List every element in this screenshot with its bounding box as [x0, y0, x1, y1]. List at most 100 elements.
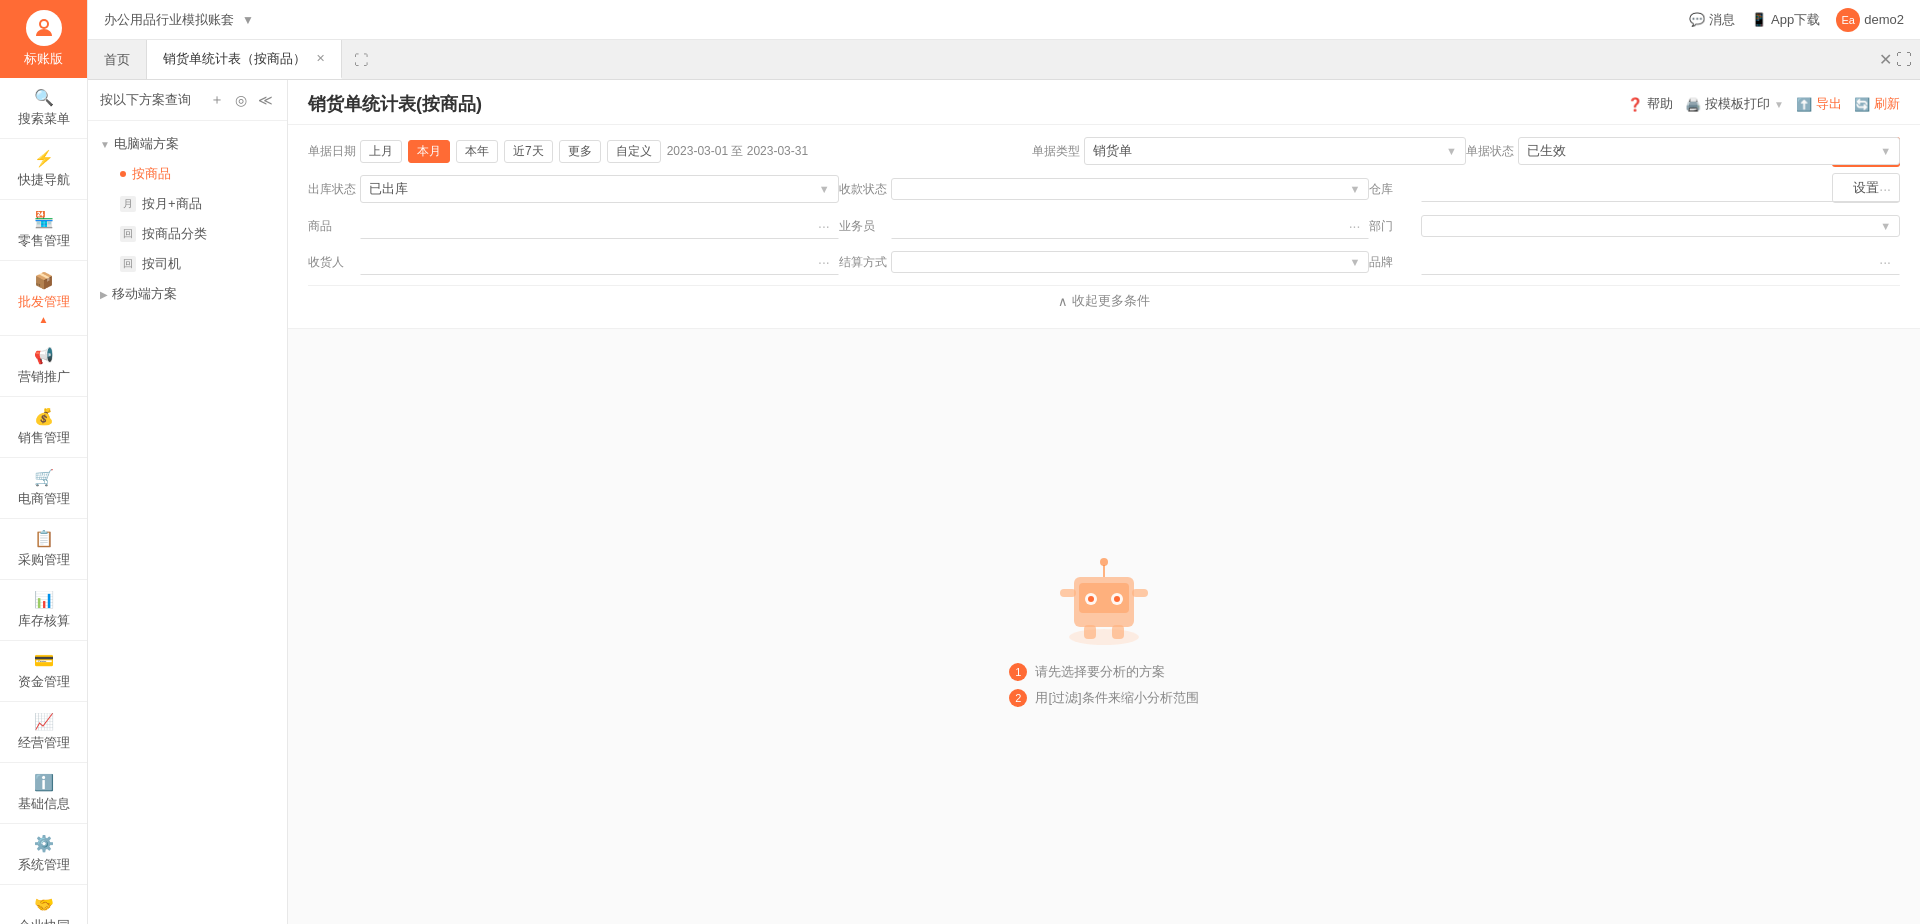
svg-rect-11 — [1060, 589, 1076, 597]
receiver-more-icon[interactable]: ··· — [818, 254, 830, 270]
sidebar-item-ecommerce[interactable]: 🛒 电商管理 — [0, 458, 87, 519]
filter-row-3: 商品 ··· 业务员 ··· — [308, 213, 1900, 239]
sidebar-item-purchase[interactable]: 📋 采购管理 — [0, 519, 87, 580]
close-all-icon[interactable]: ✕ — [1879, 50, 1892, 69]
goods-control: ··· — [360, 213, 839, 239]
tab-maximize-btn[interactable]: ⛶ — [346, 52, 376, 68]
date-btn-custom[interactable]: 自定义 — [607, 140, 661, 163]
help-icon: ❓ — [1627, 97, 1643, 112]
payment-status-select[interactable]: ▼ — [891, 178, 1370, 200]
tab-home[interactable]: 首页 — [88, 40, 147, 79]
date-field: 单据日期 上月 本月 本年 近7天 更多 自定义 2023-03-01 至 20… — [308, 140, 1032, 163]
brand-more-icon[interactable]: ··· — [1879, 254, 1891, 270]
doc-status-select[interactable]: 已生效 ▼ — [1518, 137, 1900, 165]
date-btn-this-year[interactable]: 本年 — [456, 140, 498, 163]
doc-type-select[interactable]: 销货单 ▼ — [1084, 137, 1466, 165]
date-btn-more[interactable]: 更多 — [559, 140, 601, 163]
print-label: 按模板打印 — [1705, 95, 1770, 113]
warehouse-input[interactable]: ··· — [1421, 176, 1900, 202]
svg-point-10 — [1100, 558, 1108, 566]
message-btn[interactable]: 💬 消息 — [1689, 11, 1735, 29]
sidebar-label-retail: 零售管理 — [18, 232, 70, 250]
warehouse-label: 仓库 — [1369, 181, 1421, 198]
maximize-icon[interactable]: ⛶ — [346, 52, 376, 68]
tab-close-icon[interactable]: ✕ — [316, 52, 325, 65]
tree-item-by-goods[interactable]: 按商品 — [108, 159, 287, 189]
collapse-panel-btn[interactable]: ≪ — [255, 90, 275, 110]
tree-item-by-month-goods[interactable]: 月 按月+商品 — [108, 189, 287, 219]
tab-home-label: 首页 — [104, 51, 130, 69]
goods-input[interactable]: ··· — [360, 213, 839, 239]
brand-input[interactable]: ··· — [1421, 249, 1900, 275]
goods-label: 商品 — [308, 218, 360, 235]
sidebar-item-basic[interactable]: ℹ️ 基础信息 — [0, 763, 87, 824]
goods-more-icon[interactable]: ··· — [818, 218, 830, 234]
sidebar-item-quicknav[interactable]: ⚡ 快捷导航 — [0, 139, 87, 200]
warehouse-more-icon[interactable]: ··· — [1879, 181, 1891, 197]
app-download-label: App下载 — [1771, 11, 1820, 29]
industry-label: 办公用品行业模拟账套 — [104, 11, 234, 29]
sidebar-label-wholesale: 批发管理 — [18, 293, 70, 311]
doc-status-value: 已生效 — [1527, 142, 1566, 160]
download-icon: 📱 — [1751, 12, 1767, 27]
sidebar-item-finance[interactable]: 💳 资金管理 — [0, 641, 87, 702]
refresh-btn[interactable]: 🔄 刷新 — [1854, 95, 1900, 113]
tree-pc-parent[interactable]: ▼ 电脑端方案 — [88, 129, 287, 159]
filter-row-1: 单据日期 上月 本月 本年 近7天 更多 自定义 2023-03-01 至 20… — [308, 137, 1900, 165]
sidebar-item-operations[interactable]: 📈 经营管理 — [0, 702, 87, 763]
export-btn[interactable]: ⬆️ 导出 — [1796, 95, 1842, 113]
expand-icon[interactable]: ⛶ — [1896, 51, 1912, 69]
salesperson-label: 业务员 — [839, 218, 891, 235]
print-btn[interactable]: 🖨️ 按模板打印 ▼ — [1685, 95, 1784, 113]
settlement-chevron-icon: ▼ — [1349, 256, 1360, 268]
salesperson-input[interactable]: ··· — [891, 213, 1370, 239]
sidebar-item-search[interactable]: 🔍 搜索菜单 — [0, 78, 87, 139]
date-btn-this-month[interactable]: 本月 — [408, 140, 450, 163]
settings-scheme-btn[interactable]: ◎ — [231, 90, 251, 110]
tree-mobile-parent[interactable]: ▶ 移动端方案 — [88, 279, 287, 309]
print-chevron-icon: ▼ — [1774, 99, 1784, 110]
app-logo[interactable]: 标账版 — [0, 0, 87, 78]
doc-status-chevron-icon: ▼ — [1880, 145, 1891, 157]
sidebar-item-inventory[interactable]: 📊 库存核算 — [0, 580, 87, 641]
collapse-filter-btn[interactable]: ∧ 收起更多条件 — [308, 285, 1900, 316]
date-btn-7days[interactable]: 近7天 — [504, 140, 553, 163]
settlement-field: 结算方式 ▼ — [839, 251, 1370, 273]
department-select[interactable]: ▼ — [1421, 215, 1900, 237]
sidebar-item-cooperation[interactable]: 🤝 企业协同 — [0, 885, 87, 924]
receiver-input[interactable]: ··· — [360, 249, 839, 275]
sidebar-label-marketing: 营销推广 — [18, 368, 70, 386]
svg-rect-14 — [1112, 625, 1124, 639]
sidebar-item-system[interactable]: ⚙️ 系统管理 — [0, 824, 87, 885]
app-download-btn[interactable]: 📱 App下载 — [1751, 11, 1820, 29]
tree-item-by-category[interactable]: 回 按商品分类 — [108, 219, 287, 249]
sidebar-item-marketing[interactable]: 📢 营销推广 — [0, 336, 87, 397]
search-icon: 🔍 — [34, 88, 54, 107]
receiver-control: ··· — [360, 249, 839, 275]
tab-sales-stat[interactable]: 销货单统计表（按商品） ✕ — [147, 40, 342, 79]
department-control: ▼ — [1421, 215, 1900, 237]
left-panel-header: 按以下方案查询 ＋ ◎ ≪ — [88, 80, 287, 121]
sidebar-item-wholesale[interactable]: 📦 批发管理 ▲ — [0, 261, 87, 336]
chevron-down-icon[interactable]: ▼ — [242, 13, 254, 27]
stock-status-select[interactable]: 已出库 ▼ — [360, 175, 839, 203]
settlement-select[interactable]: ▼ — [891, 251, 1370, 273]
refresh-label: 刷新 — [1874, 95, 1900, 113]
retail-icon: 🏪 — [34, 210, 54, 229]
sidebar-item-sales[interactable]: 💰 销售管理 — [0, 397, 87, 458]
cooperation-icon: 🤝 — [34, 895, 54, 914]
salesperson-field: 业务员 ··· — [839, 213, 1370, 239]
sidebar-item-retail[interactable]: 🏪 零售管理 — [0, 200, 87, 261]
tree-item-by-cashier[interactable]: 回 按司机 — [108, 249, 287, 279]
sub-icon-category: 回 — [120, 226, 136, 242]
user-avatar[interactable]: Ea demo2 — [1836, 8, 1904, 32]
sidebar-label-system: 系统管理 — [18, 856, 70, 874]
refresh-icon: 🔄 — [1854, 97, 1870, 112]
salesperson-more-icon[interactable]: ··· — [1349, 218, 1361, 234]
stock-status-field: 出库状态 已出库 ▼ — [308, 175, 839, 203]
tabs-bar: 首页 销货单统计表（按商品） ✕ ⛶ ✕ ⛶ — [88, 40, 1920, 80]
help-btn[interactable]: ❓ 帮助 — [1627, 95, 1673, 113]
date-btn-last-month[interactable]: 上月 — [360, 140, 402, 163]
add-scheme-btn[interactable]: ＋ — [207, 90, 227, 110]
salesperson-control: ··· — [891, 213, 1370, 239]
